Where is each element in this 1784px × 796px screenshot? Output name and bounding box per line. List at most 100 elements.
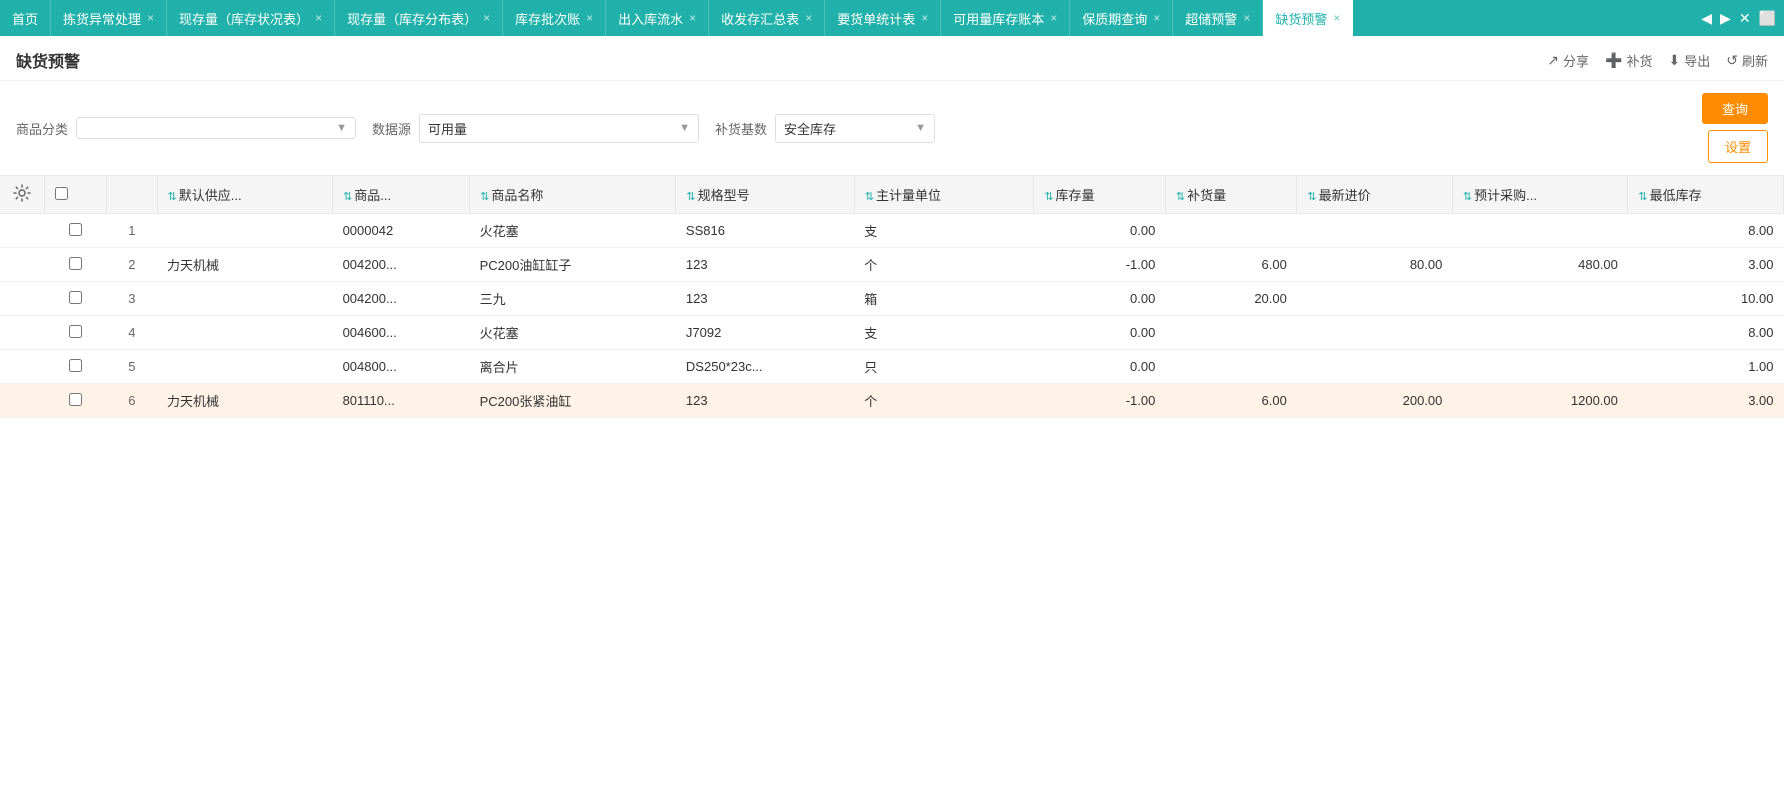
col-header-code[interactable]: ⇅商品... (333, 176, 470, 214)
row-checkbox-cell[interactable] (44, 248, 107, 282)
tab-close-all-button[interactable]: ✕ (1735, 10, 1755, 27)
row-min-stock: 10.00 (1628, 282, 1784, 316)
tab-item-inventory-status[interactable]: 现存量（库存状况表）× (167, 0, 335, 36)
row-stock: -1.00 (1034, 384, 1166, 418)
row-checkbox-cell[interactable] (44, 384, 107, 418)
replenish-value: 安全库存 (784, 119, 836, 138)
col-header-latest_price[interactable]: ⇅最新进价 (1297, 176, 1453, 214)
datasource-chevron-icon: ▼ (679, 122, 690, 134)
row-unit: 箱 (854, 282, 1034, 316)
row-min-stock: 8.00 (1628, 214, 1784, 248)
tab-item-inventory-dist[interactable]: 现存量（库存分布表）× (335, 0, 503, 36)
tab-item-requisition[interactable]: 要货单统计表× (825, 0, 941, 36)
export-action[interactable]: ⬇导出 (1669, 51, 1711, 70)
page-title: 缺货预警 (16, 48, 1547, 72)
tab-item-exception[interactable]: 拣货异常处理× (51, 0, 167, 36)
col-header-check (44, 176, 107, 214)
filter-right-buttons: 查询 设置 (1702, 93, 1768, 163)
row-checkbox-cell[interactable] (44, 316, 107, 350)
row-checkbox[interactable] (69, 291, 82, 304)
share-action[interactable]: ↗分享 (1547, 51, 1589, 70)
header-actions: ↗分享 ➕补货 ⬇导出 ↺刷新 (1547, 51, 1768, 70)
tab-close-overstock[interactable]: × (1243, 11, 1250, 25)
page-header: 缺货预警 ↗分享 ➕补货 ⬇导出 ↺刷新 (0, 36, 1784, 81)
row-checkbox[interactable] (69, 359, 82, 372)
share-icon: ↗ (1547, 52, 1559, 69)
tab-item-overstock[interactable]: 超储预警× (1173, 0, 1263, 36)
row-unit: 个 (854, 384, 1034, 418)
row-checkbox[interactable] (69, 257, 82, 270)
row-supplier (157, 214, 333, 248)
query-button[interactable]: 查询 (1702, 93, 1768, 124)
shortage-table: ⇅默认供应...⇅商品...⇅商品名称⇅规格型号⇅主计量单位⇅库存量⇅补货量⇅最… (0, 175, 1784, 418)
refresh-action[interactable]: ↺刷新 (1726, 51, 1768, 70)
refresh-label: 刷新 (1742, 51, 1768, 70)
tab-item-collect[interactable]: 收发存汇总表× (709, 0, 825, 36)
replenish-action[interactable]: ➕补货 (1605, 51, 1652, 70)
row-stock: -1.00 (1034, 248, 1166, 282)
select-all-checkbox[interactable] (55, 187, 68, 200)
row-min-stock: 3.00 (1628, 384, 1784, 418)
col-label-latest_price: 最新进价 (1319, 188, 1371, 203)
replenish-select[interactable]: 安全库存 ▼ (775, 114, 935, 143)
row-name: 离合片 (470, 350, 676, 384)
row-replenish-qty: 6.00 (1165, 384, 1297, 418)
col-header-spec[interactable]: ⇅规格型号 (676, 176, 854, 214)
col-header-estimated[interactable]: ⇅预计采购... (1452, 176, 1628, 214)
row-checkbox-cell[interactable] (44, 282, 107, 316)
row-checkbox[interactable] (69, 393, 82, 406)
tab-item-shortage[interactable]: 缺货预警× (1263, 0, 1353, 36)
row-checkbox[interactable] (69, 223, 82, 236)
sort-icon-name: ⇅ (480, 191, 489, 203)
tab-prev-button[interactable]: ◀ (1697, 10, 1716, 27)
tab-close-available[interactable]: × (1050, 11, 1057, 25)
tab-close-expiry[interactable]: × (1153, 11, 1160, 25)
col-header-unit[interactable]: ⇅主计量单位 (854, 176, 1034, 214)
row-spec: DS250*23c... (676, 350, 854, 384)
row-checkbox[interactable] (69, 325, 82, 338)
tab-bar: 首页拣货异常处理×现存量（库存状况表）×现存量（库存分布表）×库存批次账×出入库… (0, 0, 1784, 36)
sort-icon-estimated: ⇅ (1463, 191, 1472, 203)
tab-maximize-button[interactable]: ⬜ (1755, 10, 1780, 27)
tab-close-collect[interactable]: × (805, 11, 812, 25)
tab-close-requisition[interactable]: × (921, 11, 928, 25)
col-header-stock[interactable]: ⇅库存量 (1034, 176, 1166, 214)
row-spec: 123 (676, 384, 854, 418)
tab-close-flow[interactable]: × (689, 11, 696, 25)
tab-close-shortage[interactable]: × (1333, 11, 1340, 25)
tab-item-home[interactable]: 首页 (0, 0, 51, 36)
row-code: 004600... (333, 316, 470, 350)
tab-close-inventory-status[interactable]: × (315, 11, 322, 25)
table-row: 3004200...三九123箱0.0020.0010.00 (0, 282, 1784, 316)
datasource-select[interactable]: 可用量 ▼ (419, 114, 699, 143)
share-label: 分享 (1563, 51, 1589, 70)
tab-next-button[interactable]: ▶ (1716, 10, 1735, 27)
settings-button[interactable]: 设置 (1708, 130, 1768, 163)
table-row: 4004600...火花塞J7092支0.008.00 (0, 316, 1784, 350)
category-chevron-icon: ▼ (336, 122, 347, 134)
settings-gear-icon[interactable] (13, 184, 31, 202)
tab-close-exception[interactable]: × (147, 11, 154, 25)
row-number: 2 (107, 248, 157, 282)
tab-close-inventory-dist[interactable]: × (483, 11, 490, 25)
row-latest-price: 200.00 (1297, 384, 1453, 418)
row-stock: 0.00 (1034, 316, 1166, 350)
col-header-name[interactable]: ⇅商品名称 (470, 176, 676, 214)
col-label-supplier: 默认供应... (179, 188, 242, 203)
row-unit: 支 (854, 316, 1034, 350)
row-checkbox-cell[interactable] (44, 214, 107, 248)
col-header-min_stock[interactable]: ⇅最低库存 (1628, 176, 1784, 214)
col-header-replenish_qty[interactable]: ⇅补货量 (1165, 176, 1297, 214)
tab-close-batch-account[interactable]: × (586, 11, 593, 25)
col-label-spec: 规格型号 (698, 188, 750, 203)
category-select[interactable]: ▼ (76, 117, 356, 139)
replenish-icon: ➕ (1605, 52, 1622, 69)
tab-item-available[interactable]: 可用量库存账本× (941, 0, 1070, 36)
col-header-supplier[interactable]: ⇅默认供应... (157, 176, 333, 214)
row-min-stock: 3.00 (1628, 248, 1784, 282)
row-checkbox-cell[interactable] (44, 350, 107, 384)
row-supplier: 力天机械 (157, 248, 333, 282)
tab-item-expiry[interactable]: 保质期查询× (1070, 0, 1173, 36)
tab-item-flow[interactable]: 出入库流水× (606, 0, 709, 36)
tab-item-batch-account[interactable]: 库存批次账× (503, 0, 606, 36)
